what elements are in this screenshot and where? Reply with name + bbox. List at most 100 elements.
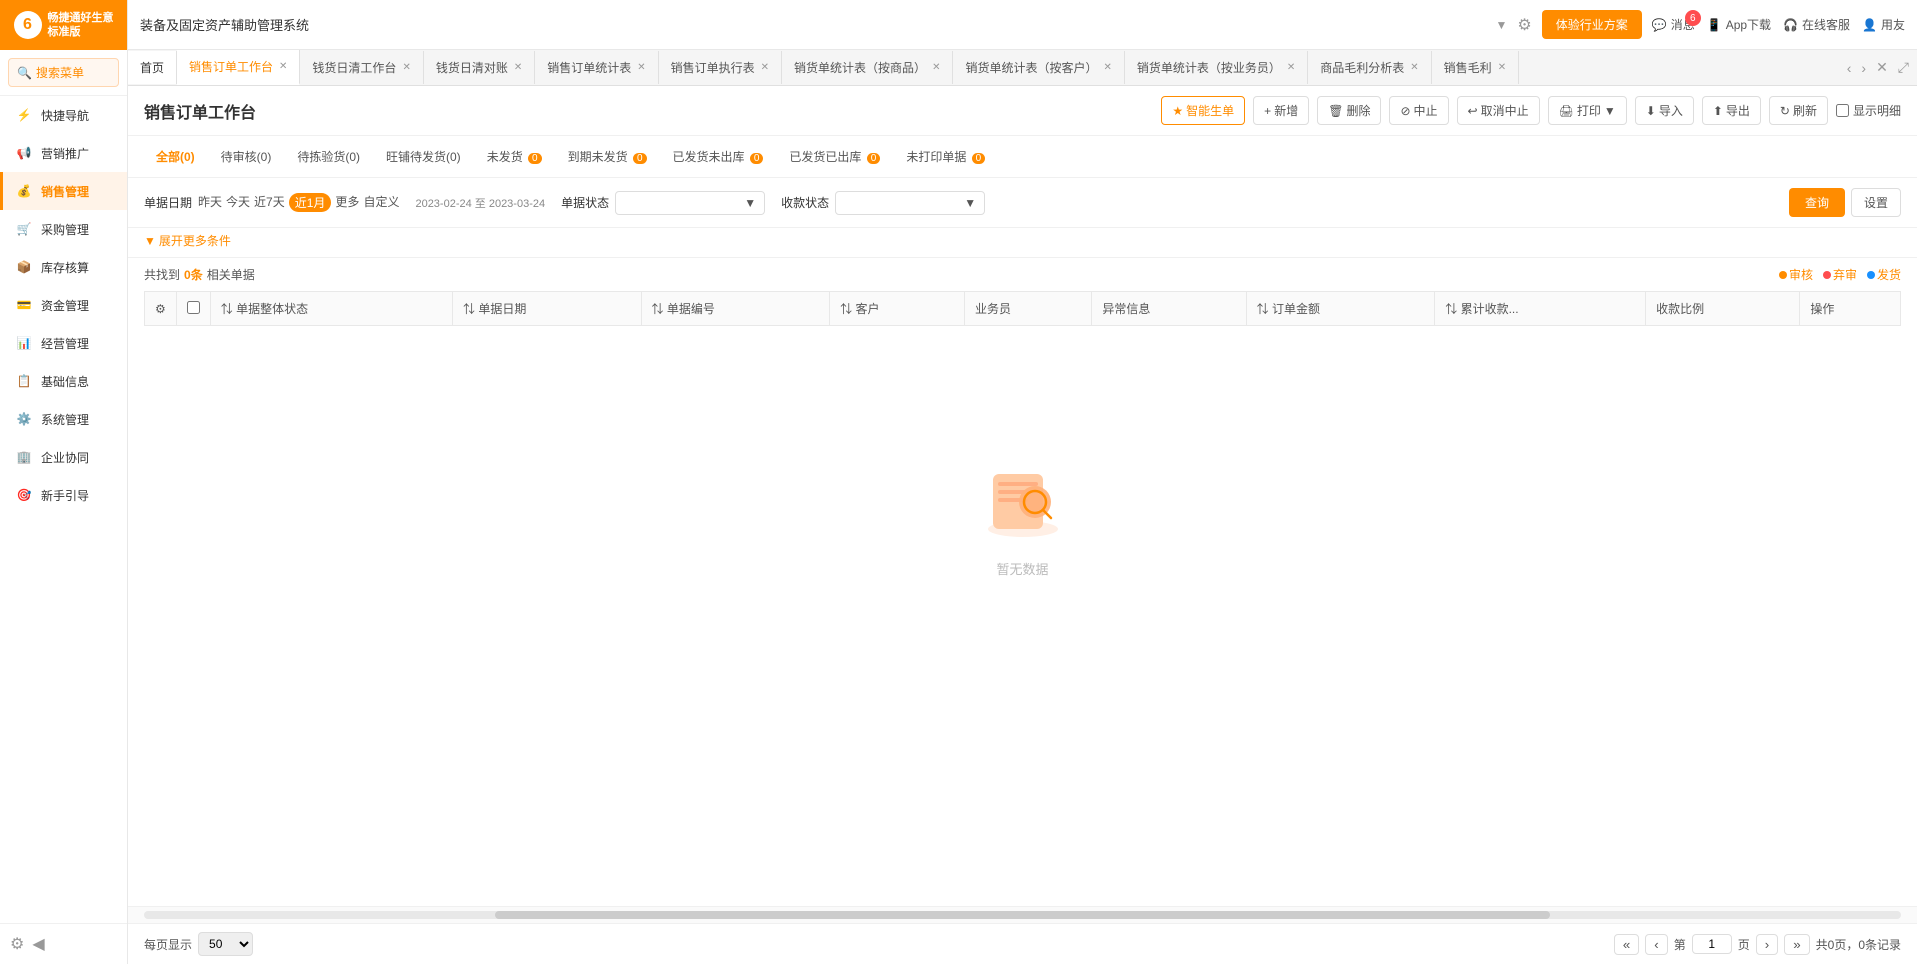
- sidebar-item-basic-info[interactable]: 📋 基础信息: [0, 362, 127, 400]
- refresh-button[interactable]: ↻ 刷新: [1769, 96, 1828, 125]
- prev-page-button[interactable]: ‹: [1645, 934, 1667, 955]
- expand-filter-button[interactable]: ▼ 展开更多条件: [144, 232, 1901, 249]
- tab-close-icon[interactable]: ✕: [1498, 62, 1506, 73]
- tab-prev-button[interactable]: ‹: [1843, 56, 1856, 80]
- sort-icon[interactable]: ⇅: [652, 302, 664, 316]
- print-button[interactable]: 🖨 打印 ▼: [1548, 96, 1627, 125]
- sidebar-item-system[interactable]: ⚙️ 系统管理: [0, 400, 127, 438]
- payment-select[interactable]: ▼: [835, 191, 985, 215]
- page-number-input[interactable]: [1692, 934, 1732, 954]
- cancel-stop-button[interactable]: ↩ 取消中止: [1457, 96, 1540, 125]
- sidebar-item-marketing[interactable]: 📢 营销推广: [0, 134, 127, 172]
- tab-close-icon[interactable]: ✕: [1103, 62, 1111, 73]
- date-label: 单据日期: [144, 194, 192, 211]
- tab-close-all-button[interactable]: ✕: [1872, 55, 1892, 80]
- show-detail-input[interactable]: [1836, 104, 1849, 117]
- sub-tab-overdue[interactable]: 到期未发货 0: [556, 144, 659, 169]
- tab-sales-by-customer[interactable]: 销货单统计表（按客户） ✕: [953, 51, 1124, 84]
- app-download-button[interactable]: 📱 App下载: [1707, 16, 1771, 33]
- sub-tab-pending-inspect[interactable]: 待拣验货(0): [285, 144, 372, 169]
- first-page-button[interactable]: «: [1614, 934, 1639, 955]
- sidebar-item-purchase[interactable]: 🛒 采购管理: [0, 210, 127, 248]
- tab-close-icon[interactable]: ✕: [402, 62, 410, 73]
- tab-close-icon[interactable]: ✕: [637, 62, 645, 73]
- sort-icon[interactable]: ⇅: [1445, 302, 1457, 316]
- sort-icon[interactable]: ⇅: [463, 302, 475, 316]
- tab-close-icon[interactable]: ✕: [1287, 62, 1295, 73]
- collapse-sidebar-button[interactable]: ◀: [32, 934, 44, 954]
- tab-close-icon[interactable]: ✕: [1410, 62, 1418, 73]
- cancel-audit-link[interactable]: 弃审: [1823, 266, 1857, 283]
- online-service-button[interactable]: 🎧 在线客服: [1783, 16, 1850, 33]
- tab-label: 商品毛利分析表: [1320, 59, 1404, 76]
- last-page-button[interactable]: »: [1784, 934, 1809, 955]
- search-menu-button[interactable]: 🔍 搜索菜单: [8, 58, 119, 87]
- status-select[interactable]: ▼: [615, 191, 765, 215]
- tab-close-icon[interactable]: ✕: [514, 62, 522, 73]
- tab-maximize-button[interactable]: ⤢: [1894, 55, 1913, 80]
- export-button[interactable]: ⬆ 导出: [1702, 96, 1761, 125]
- import-button[interactable]: ⬇ 导入: [1635, 96, 1694, 125]
- tab-next-button[interactable]: ›: [1857, 56, 1870, 80]
- sub-tab-shipped-not-out[interactable]: 已发货未出库 0: [661, 144, 776, 169]
- tab-sales-exec[interactable]: 销售订单执行表 ✕: [659, 51, 782, 84]
- tab-sales-by-product[interactable]: 销货单统计表（按商品） ✕: [782, 51, 953, 84]
- tab-close-icon[interactable]: ✕: [279, 61, 287, 72]
- custom-link[interactable]: 自定义: [363, 193, 399, 212]
- sub-tab-shipped-out[interactable]: 已发货已出库 0: [777, 144, 892, 169]
- sort-icon[interactable]: ⇅: [1257, 302, 1269, 316]
- last-month-link[interactable]: 近1月: [289, 193, 332, 212]
- tab-sales-profit[interactable]: 销售毛利 ✕: [1432, 51, 1519, 84]
- sidebar-item-finance[interactable]: 💳 资金管理: [0, 286, 127, 324]
- settings-bottom-button[interactable]: ⚙: [10, 934, 24, 954]
- more-link[interactable]: 更多: [335, 193, 359, 212]
- next-page-button[interactable]: ›: [1756, 934, 1778, 955]
- audit-link[interactable]: 审核: [1779, 266, 1813, 283]
- scrollbar-thumb[interactable]: [495, 911, 1549, 919]
- ship-link[interactable]: 发货: [1867, 266, 1901, 283]
- th-settings[interactable]: ⚙: [145, 292, 177, 326]
- topbar-settings-icon[interactable]: ⚙: [1517, 15, 1531, 35]
- sidebar-item-enterprise[interactable]: 🏢 企业协同: [0, 438, 127, 476]
- sub-tab-wangpu-pending[interactable]: 旺铺待发货(0): [374, 144, 473, 169]
- sort-icon[interactable]: ⇅: [840, 302, 852, 316]
- sidebar-item-quick-nav[interactable]: ⚡ 快捷导航: [0, 96, 127, 134]
- query-button[interactable]: 查询: [1789, 188, 1845, 217]
- tab-profit-analysis[interactable]: 商品毛利分析表 ✕: [1308, 51, 1431, 84]
- last7-link[interactable]: 近7天: [254, 193, 285, 212]
- sub-tab-not-shipped[interactable]: 未发货 0: [475, 144, 554, 169]
- sub-tab-all[interactable]: 全部(0): [144, 144, 207, 169]
- tab-sales-stats[interactable]: 销售订单统计表 ✕: [535, 51, 658, 84]
- tab-sales-order-workbench[interactable]: 销售订单工作台 ✕: [177, 50, 300, 85]
- select-all-checkbox[interactable]: [187, 301, 200, 314]
- horizontal-scrollbar-area[interactable]: [128, 906, 1917, 923]
- tab-home[interactable]: 首页: [128, 51, 177, 84]
- show-detail-checkbox[interactable]: 显示明细: [1836, 102, 1901, 119]
- trial-button[interactable]: 体验行业方案: [1542, 10, 1642, 39]
- stop-button[interactable]: ⊘ 中止: [1389, 96, 1448, 125]
- delete-button[interactable]: 🗑 删除: [1317, 96, 1381, 125]
- tab-close-icon[interactable]: ✕: [932, 62, 940, 73]
- today-link[interactable]: 今天: [226, 193, 250, 212]
- message-button[interactable]: 💬 消息 6: [1652, 16, 1695, 33]
- tab-cash-reconcile[interactable]: 钱货日清对账 ✕: [424, 51, 535, 84]
- yesterday-link[interactable]: 昨天: [198, 193, 222, 212]
- sidebar-item-inventory[interactable]: 📦 库存核算: [0, 248, 127, 286]
- tab-close-icon[interactable]: ✕: [761, 62, 769, 73]
- user-menu-button[interactable]: 👤 用友: [1862, 16, 1905, 33]
- sidebar-item-sales[interactable]: 💰 销售管理: [0, 172, 127, 210]
- th-checkbox[interactable]: [176, 292, 210, 326]
- sidebar-item-operations[interactable]: 📊 经营管理: [0, 324, 127, 362]
- status-filter: 单据状态 ▼: [561, 191, 765, 215]
- smart-create-button[interactable]: ★ 智能生单: [1161, 96, 1245, 125]
- sort-icon[interactable]: ⇅: [221, 302, 233, 316]
- set-button[interactable]: 设置: [1851, 188, 1901, 217]
- tab-cash-daily[interactable]: 钱货日清工作台 ✕: [300, 51, 423, 84]
- table-scroll-area[interactable]: ⚙ ⇅ 单据整体状态 ⇅ 单据日期 ⇅: [144, 291, 1901, 898]
- tab-sales-by-salesperson[interactable]: 销货单统计表（按业务员） ✕: [1125, 51, 1308, 84]
- sub-tab-not-printed[interactable]: 未打印单据 0: [894, 144, 997, 169]
- per-page-select[interactable]: 50 100 200: [198, 932, 253, 956]
- sidebar-item-guide[interactable]: 🎯 新手引导: [0, 476, 127, 514]
- sub-tab-pending-review[interactable]: 待审核(0): [209, 144, 284, 169]
- add-button[interactable]: + 新增: [1253, 96, 1309, 125]
